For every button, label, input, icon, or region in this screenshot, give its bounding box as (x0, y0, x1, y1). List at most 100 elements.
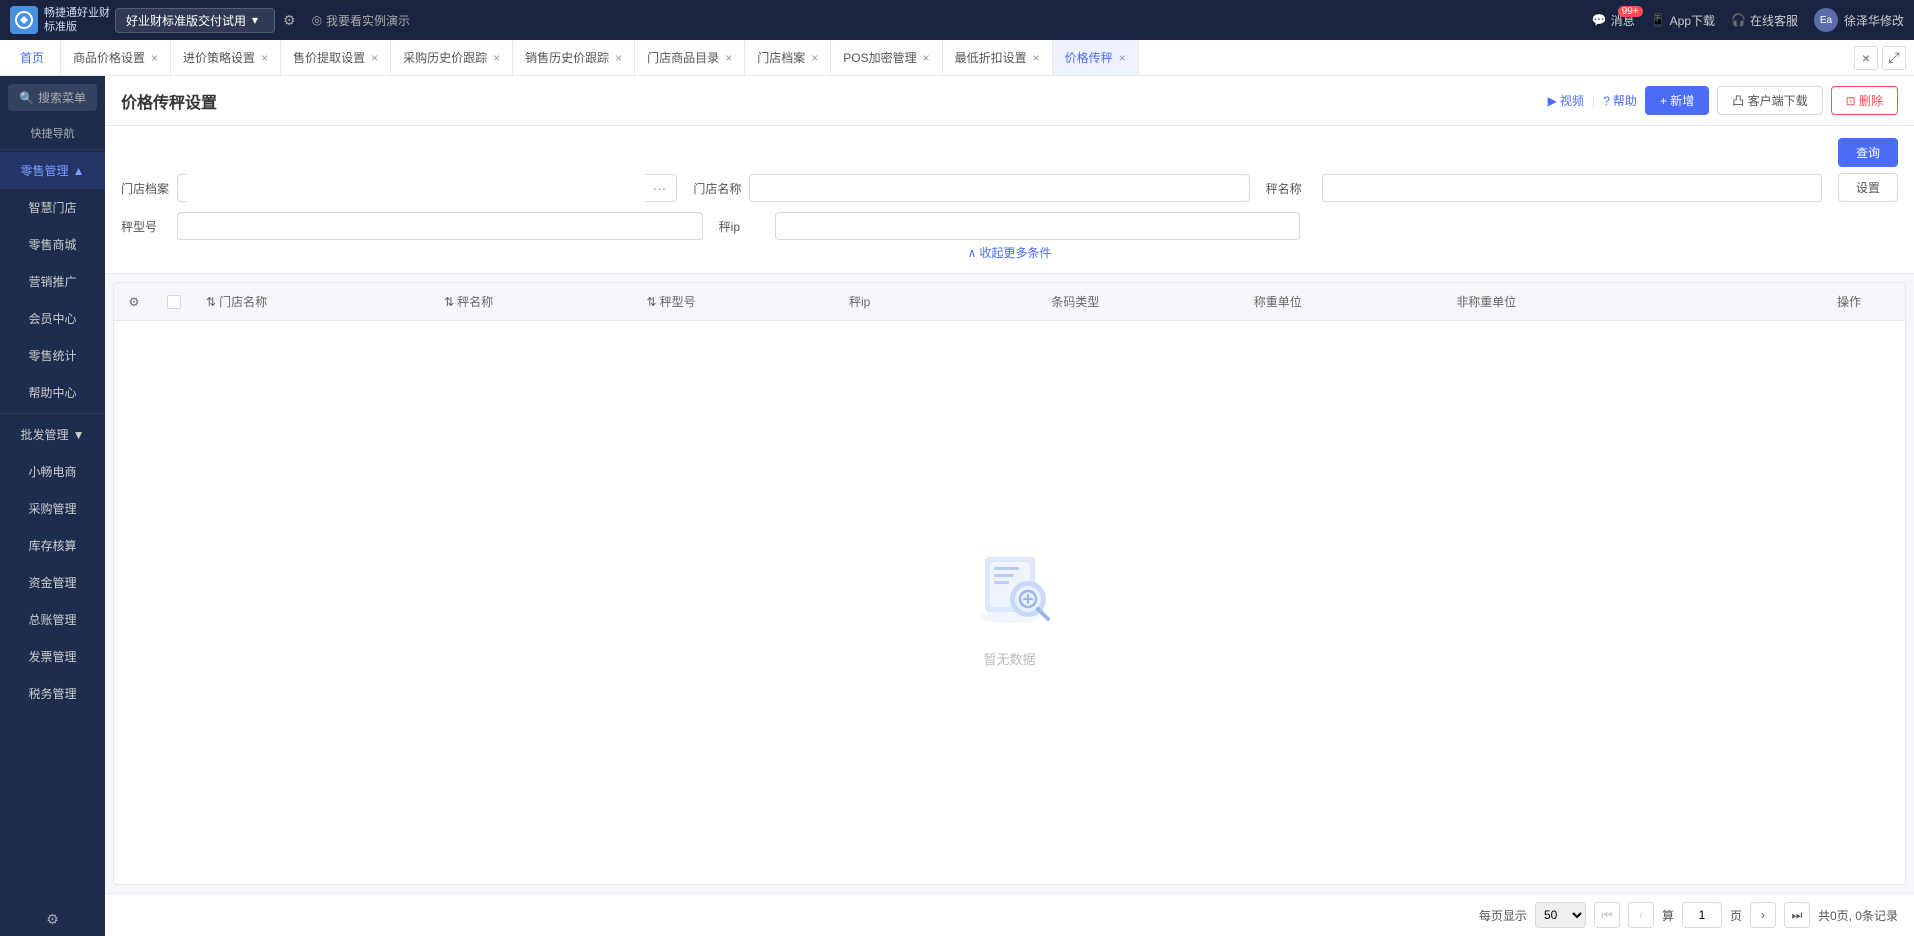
first-page-btn[interactable]: ⏮ (1594, 902, 1620, 928)
close-icon[interactable]: × (151, 52, 158, 64)
form-item-archive: 门店档案 ··· (121, 174, 677, 202)
tab-bar: 首页 商品价格设置 × 进价策略设置 × 售价提取设置 × 采购历史价跟踪 × … (0, 40, 1914, 76)
table-col-scale-name: ⇅ 秤名称 (432, 283, 634, 320)
app-download-btn[interactable]: 📱 App下载 (1651, 12, 1715, 29)
close-icon[interactable]: × (1033, 52, 1040, 64)
sidebar-item-smart-store[interactable]: 智慧门店 (0, 189, 105, 226)
tab-price-scale[interactable]: 价格传秤 × (1053, 40, 1139, 76)
select-all-checkbox[interactable] (167, 295, 181, 309)
settings-button[interactable]: 设置 (1838, 173, 1898, 202)
table-col-gear[interactable]: ⚙ (114, 283, 154, 320)
pagination-summary: 共0页, 0条记录 (1818, 907, 1898, 924)
close-icon[interactable]: × (923, 52, 930, 64)
archive-input[interactable] (184, 174, 648, 202)
last-page-btn[interactable]: ⏭ (1784, 902, 1810, 928)
sidebar-item-tax[interactable]: 税务管理 (0, 675, 105, 712)
tab-store-catalog[interactable]: 门店商品目录 × (635, 40, 745, 76)
prev-page-btn[interactable]: ‹ (1628, 902, 1654, 928)
close-icon[interactable]: × (371, 52, 378, 64)
table-header: ⚙ ⇅ 门店名称 ⇅ 秤名称 ⇅ 秤型号 秤ip 条码类型 称重单 (114, 283, 1905, 321)
table-col-shop: ⇅ 门店名称 (194, 283, 432, 320)
close-icon[interactable]: × (493, 52, 500, 64)
quick-nav-btn[interactable]: 快捷导航 (0, 119, 105, 147)
sidebar-item-retail[interactable]: 零售管理 ▲ (0, 152, 105, 189)
main-layout: 🔍 搜索菜单 快捷导航 零售管理 ▲ 智慧门店 零售商城 营销推广 会员中心 零… (0, 76, 1914, 936)
close-icon[interactable]: × (615, 52, 622, 64)
sidebar-item-retail-stats[interactable]: 零售统计 (0, 337, 105, 374)
sidebar-item-finance[interactable]: 资金管理 (0, 564, 105, 601)
pagination-bar: 每页显示 10 20 50 100 ⏮ ‹ 算 页 › ⏭ 共0页, 0条记录 (105, 893, 1914, 936)
messages-btn[interactable]: 💬 消息 99+ (1592, 12, 1635, 29)
close-icon[interactable]: × (261, 52, 268, 64)
table-col-weight-unit: 称重单位 (1242, 283, 1444, 320)
archive-input-wrapper: ··· (177, 174, 677, 202)
sidebar-item-ledger[interactable]: 总账管理 (0, 601, 105, 638)
empty-icon (960, 537, 1060, 637)
store-name-label: 门店名称 (693, 180, 741, 197)
empty-state: 暂无数据 (114, 321, 1905, 884)
close-icon[interactable]: × (725, 52, 732, 64)
archive-dots-icon[interactable]: ··· (648, 180, 670, 196)
table-col-scale-model: ⇅ 秤型号 (635, 283, 837, 320)
tab-purchase-history[interactable]: 采购历史价跟踪 × (391, 40, 513, 76)
video-link[interactable]: ▶ 视频 (1548, 92, 1584, 109)
store-name-input[interactable] (749, 174, 1249, 202)
page-header: 价格传秤设置 ▶ 视频 | ? 帮助 + 新增 凸 客户端下载 ⊡ (105, 76, 1914, 126)
sidebar-item-marketing[interactable]: 营销推广 (0, 263, 105, 300)
user-menu[interactable]: Ea 徐泽华修改 (1814, 8, 1904, 32)
sidebar-search: 🔍 搜索菜单 (0, 76, 105, 119)
search-form: 门店档案 ··· 门店名称 秤名称 查询 (105, 126, 1914, 274)
query-button[interactable]: 查询 (1838, 138, 1898, 167)
close-icon[interactable]: × (1119, 52, 1126, 64)
tab-store-archive[interactable]: 门店档案 × (745, 40, 831, 76)
sidebar-item-invoice[interactable]: 发票管理 (0, 638, 105, 675)
tab-purchase-strategy[interactable]: 进价策略设置 × (171, 40, 281, 76)
close-tab-btn[interactable]: × (1854, 46, 1878, 70)
logo-text: 畅捷通好业财 标准版 (44, 6, 110, 35)
ip-input[interactable] (775, 212, 1301, 240)
next-page-btn[interactable]: › (1750, 902, 1776, 928)
content-area: 价格传秤设置 ▶ 视频 | ? 帮助 + 新增 凸 客户端下载 ⊡ (105, 76, 1914, 936)
sidebar-item-inventory[interactable]: 库存核算 (0, 527, 105, 564)
online-service-btn[interactable]: 🎧 在线客服 (1731, 12, 1798, 29)
sidebar-item-help[interactable]: 帮助中心 (0, 374, 105, 411)
app-logo: 畅捷通好业财 标准版 (10, 6, 115, 35)
sidebar-gear-icon[interactable]: ⚙ (46, 911, 59, 927)
sidebar-bottom: ⚙ (0, 903, 105, 936)
demo-link[interactable]: ◎ 我要看实例演示 (312, 12, 411, 29)
help-link[interactable]: ? 帮助 (1603, 92, 1637, 109)
page-input[interactable] (1682, 902, 1722, 928)
search-menu-btn[interactable]: 🔍 搜索菜单 (8, 84, 97, 111)
tab-product-price[interactable]: 商品价格设置 × (61, 40, 171, 76)
table-col-scale-ip: 秤ip (837, 283, 1039, 320)
scale-name-input[interactable] (1322, 174, 1822, 202)
model-input[interactable] (177, 212, 703, 240)
sidebar-item-member[interactable]: 会员中心 (0, 300, 105, 337)
download-button[interactable]: 凸 客户端下载 (1717, 86, 1822, 115)
collapse-btn[interactable]: ∧ 收起更多条件 (968, 244, 1052, 261)
sidebar-item-purchase[interactable]: 采购管理 (0, 490, 105, 527)
table-col-checkbox[interactable] (154, 283, 194, 320)
tab-sale-extract[interactable]: 售价提取设置 × (281, 40, 391, 76)
tab-pos-encrypt[interactable]: POS加密管理 × (831, 40, 942, 76)
collapse-row: ∧ 收起更多条件 (121, 244, 1898, 261)
sidebar-item-wholesale[interactable]: 批发管理 ▼ (0, 416, 105, 453)
version-selector[interactable]: 好业财标准版交付试用 ▾ (115, 8, 275, 33)
tab-actions: × ⤢ (1854, 46, 1910, 70)
tab-min-discount[interactable]: 最低折扣设置 × (943, 40, 1053, 76)
ip-label: 秤ip (719, 218, 767, 235)
delete-button[interactable]: ⊡ 删除 (1831, 86, 1898, 115)
top-bar-right: 💬 消息 99+ 📱 App下载 🎧 在线客服 Ea 徐泽华修改 (1592, 8, 1904, 32)
sidebar-item-ecommerce[interactable]: 小畅电商 (0, 453, 105, 490)
form-item-store-name: 门店名称 (693, 174, 1249, 202)
expand-tab-btn[interactable]: ⤢ (1882, 46, 1906, 70)
tab-sale-history[interactable]: 销售历史价跟踪 × (513, 40, 635, 76)
sidebar-item-retail-mall[interactable]: 零售商城 (0, 226, 105, 263)
form-row-2: 秤型号 秤ip (121, 212, 1898, 240)
tab-home[interactable]: 首页 (4, 40, 61, 76)
close-icon[interactable]: × (811, 52, 818, 64)
settings-icon[interactable]: ⚙ (283, 12, 296, 29)
add-button[interactable]: + 新增 (1645, 86, 1709, 115)
table-col-barcode: 条码类型 (1039, 283, 1241, 320)
per-page-select[interactable]: 10 20 50 100 (1535, 902, 1586, 928)
